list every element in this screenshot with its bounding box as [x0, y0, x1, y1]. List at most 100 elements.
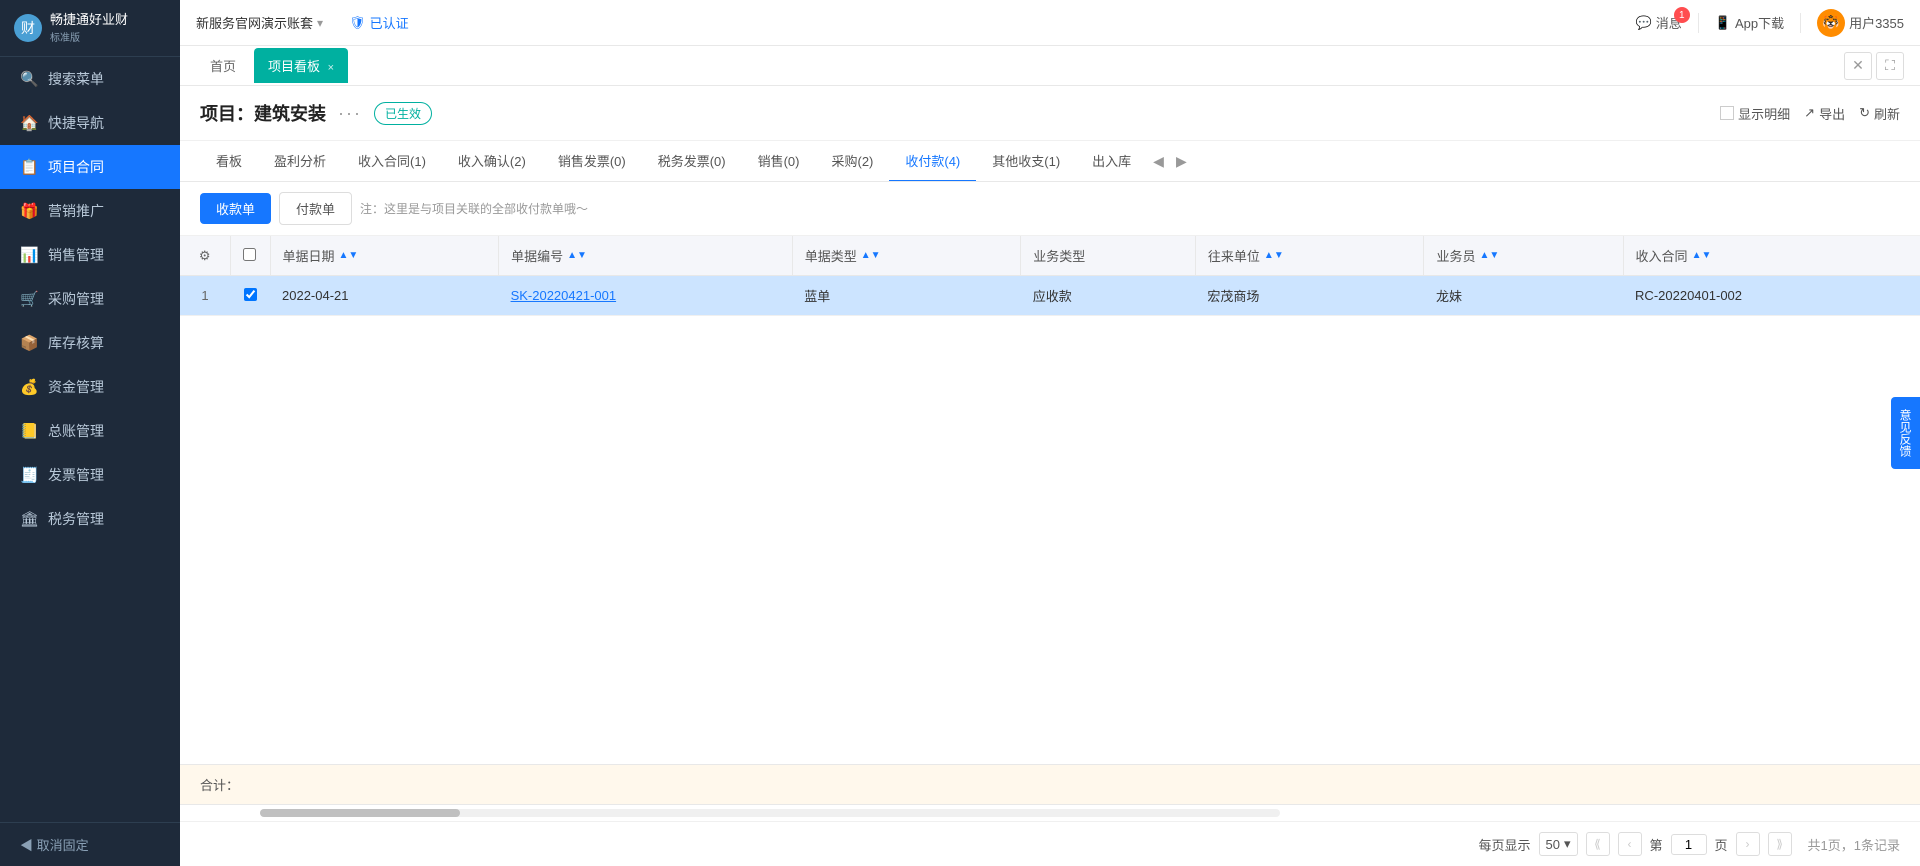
- cert-status: 🛡 已认证: [349, 13, 409, 32]
- feedback-button[interactable]: 意见反馈: [1891, 397, 1920, 469]
- scrollbar-thumb[interactable]: [260, 809, 460, 817]
- cell-income-contract: RC-20220401-002: [1623, 276, 1920, 316]
- dropdown-arrow-icon: ▾: [1564, 836, 1571, 852]
- sidebar-item-sales[interactable]: 📊 销售管理: [0, 233, 180, 277]
- next-page-button[interactable]: ›: [1736, 832, 1760, 856]
- sidebar: 财 畅捷通好业财 标准版 🔍 搜索菜单 🏠 快捷导航 📋 项目合同 🎁 营销推广…: [0, 0, 180, 866]
- column-salesperson: 业务员 ▲▼: [1424, 236, 1623, 276]
- unpin-button[interactable]: ◀ 取消固定: [0, 822, 180, 866]
- refresh-icon: ↻: [1859, 105, 1870, 121]
- column-checkbox: [230, 236, 270, 276]
- sort-date[interactable]: 单据日期 ▲▼: [283, 246, 487, 265]
- fullscreen-button[interactable]: ⛶: [1876, 52, 1904, 80]
- contract-icon: 📋: [20, 158, 38, 176]
- horizontal-scrollbar[interactable]: [180, 805, 1920, 821]
- sort-type[interactable]: 单据类型 ▲▼: [805, 246, 1009, 265]
- sub-tab-next-icon[interactable]: ▶: [1170, 143, 1193, 180]
- tab-home[interactable]: 首页: [196, 48, 250, 83]
- sidebar-item-project-contract[interactable]: 📋 项目合同: [0, 145, 180, 189]
- scrollbar-track: [260, 809, 1280, 817]
- sidebar-item-ledger[interactable]: 📒 总账管理: [0, 409, 180, 453]
- sub-tab-profit[interactable]: 盈利分析: [258, 141, 342, 182]
- export-button[interactable]: ↗ 导出: [1804, 104, 1845, 123]
- sidebar-item-tax[interactable]: 🏛 税务管理: [0, 497, 180, 541]
- search-icon: 🔍: [20, 70, 38, 88]
- cell-partner: 宏茂商场: [1195, 276, 1424, 316]
- sub-tab-kanban[interactable]: 看板: [200, 141, 258, 182]
- main-area: 新服务官网演示账套 ▾ 🛡 已认证 💬 消息 1 📱 App下载 🐯 用: [180, 0, 1920, 866]
- cell-num: 1: [180, 276, 230, 316]
- sidebar-item-invoice[interactable]: 🧾 发票管理: [0, 453, 180, 497]
- prev-page-button[interactable]: ‹: [1618, 832, 1642, 856]
- project-more-button[interactable]: ···: [338, 103, 362, 124]
- data-table: ⚙ 单据日期 ▲▼ 单据编号: [180, 236, 1920, 316]
- project-title: 项目：建筑安装: [200, 100, 326, 126]
- sub-tab-income-confirm[interactable]: 收入确认(2): [442, 141, 542, 182]
- cell-salesperson: 龙妹: [1424, 276, 1623, 316]
- topbar: 新服务官网演示账套 ▾ 🛡 已认证 💬 消息 1 📱 App下载 🐯 用: [180, 0, 1920, 46]
- tab-close-icon[interactable]: ×: [328, 62, 334, 74]
- last-page-button[interactable]: ⟫: [1768, 832, 1792, 856]
- sub-tab-tax-invoice[interactable]: 税务发票(0): [642, 141, 742, 182]
- sub-tab-in-out[interactable]: 出入库: [1076, 141, 1147, 182]
- sort-income-contract[interactable]: 收入合同 ▲▼: [1636, 246, 1908, 265]
- money-icon: 💰: [20, 378, 38, 396]
- sort-type-icon: ▲▼: [861, 252, 881, 260]
- pagination: 每页显示 50 ▾ ⟪ ‹ 第 页 › ⟫ 共1页，1条记录: [180, 821, 1920, 866]
- column-biz-type: 业务类型: [1021, 236, 1196, 276]
- tab-project-board[interactable]: 项目看板 ×: [254, 48, 348, 83]
- sidebar-item-quick-nav[interactable]: 🏠 快捷导航: [0, 101, 180, 145]
- sort-salesperson[interactable]: 业务员 ▲▼: [1436, 246, 1610, 265]
- table-row[interactable]: 1 2022-04-21 SK-20220421-001 蓝单 应收款 宏茂商场…: [180, 276, 1920, 316]
- show-detail-checkbox[interactable]: 显示明细: [1720, 104, 1790, 123]
- sort-date-icon: ▲▼: [339, 252, 359, 260]
- topbar-left: 新服务官网演示账套 ▾ 🛡 已认证: [196, 13, 1624, 32]
- sub-tab-other-expense[interactable]: 其他收支(1): [976, 141, 1076, 182]
- sidebar-logo: 财 畅捷通好业财 标准版: [0, 0, 180, 57]
- sidebar-item-funds[interactable]: 💰 资金管理: [0, 365, 180, 409]
- column-date: 单据日期 ▲▼: [270, 236, 499, 276]
- receipt-tab-button[interactable]: 收款单: [200, 193, 271, 224]
- cell-type: 蓝单: [792, 276, 1021, 316]
- message-button[interactable]: 💬 消息 1: [1636, 13, 1682, 32]
- sort-partner[interactable]: 往来单位 ▲▼: [1208, 246, 1412, 265]
- cell-date: 2022-04-21: [270, 276, 499, 316]
- table-container: ⚙ 单据日期 ▲▼ 单据编号: [180, 236, 1920, 764]
- page-number-input[interactable]: [1671, 834, 1707, 855]
- cell-checkbox[interactable]: [230, 276, 270, 316]
- sort-number[interactable]: 单据编号 ▲▼: [511, 246, 780, 265]
- cell-number[interactable]: SK-20220421-001: [499, 276, 793, 316]
- sub-tab-income-contract[interactable]: 收入合同(1): [342, 141, 442, 182]
- user-menu[interactable]: 🐯 用户3355: [1817, 9, 1904, 37]
- chart-icon: 📊: [20, 246, 38, 264]
- project-header: 项目：建筑安装 ··· 已生效 显示明细 ↗ 导出 ↻ 刷新: [180, 86, 1920, 141]
- gift-icon: 🎁: [20, 202, 38, 220]
- box-icon: 📦: [20, 334, 38, 352]
- refresh-button[interactable]: ↻ 刷新: [1859, 104, 1900, 123]
- tax-icon: 🏛: [20, 510, 38, 528]
- sidebar-item-purchase[interactable]: 🛒 采购管理: [0, 277, 180, 321]
- first-page-button[interactable]: ⟪: [1586, 832, 1610, 856]
- sidebar-item-search[interactable]: 🔍 搜索菜单: [0, 57, 180, 101]
- demo-account[interactable]: 新服务官网演示账套 ▾: [196, 13, 323, 32]
- sidebar-item-inventory[interactable]: 📦 库存核算: [0, 321, 180, 365]
- divider2: [1800, 13, 1801, 33]
- select-all-checkbox[interactable]: [243, 248, 256, 261]
- row-checkbox[interactable]: [244, 288, 257, 301]
- cell-biz-type: 应收款: [1021, 276, 1196, 316]
- per-page-select[interactable]: 50 ▾: [1539, 832, 1578, 856]
- payment-tab-button[interactable]: 付款单: [279, 192, 352, 225]
- table-body: 1 2022-04-21 SK-20220421-001 蓝单 应收款 宏茂商场…: [180, 276, 1920, 316]
- sub-tab-prev-icon[interactable]: ◀: [1147, 143, 1170, 180]
- app-download-button[interactable]: 📱 App下载: [1715, 13, 1784, 32]
- sidebar-item-marketing[interactable]: 🎁 营销推广: [0, 189, 180, 233]
- sub-tab-purchase[interactable]: 采购(2): [815, 141, 889, 182]
- sub-tab-receipt[interactable]: 收付款(4): [889, 141, 976, 182]
- close-window-button[interactable]: ✕: [1844, 52, 1872, 80]
- ledger-icon: 📒: [20, 422, 38, 440]
- sub-tab-sales-invoice[interactable]: 销售发票(0): [542, 141, 642, 182]
- tabbar: 首页 项目看板 × ✕ ⛶: [180, 46, 1920, 86]
- column-gear[interactable]: ⚙: [180, 236, 230, 276]
- dropdown-arrow-icon: ▾: [317, 16, 323, 30]
- sub-tab-sales[interactable]: 销售(0): [742, 141, 816, 182]
